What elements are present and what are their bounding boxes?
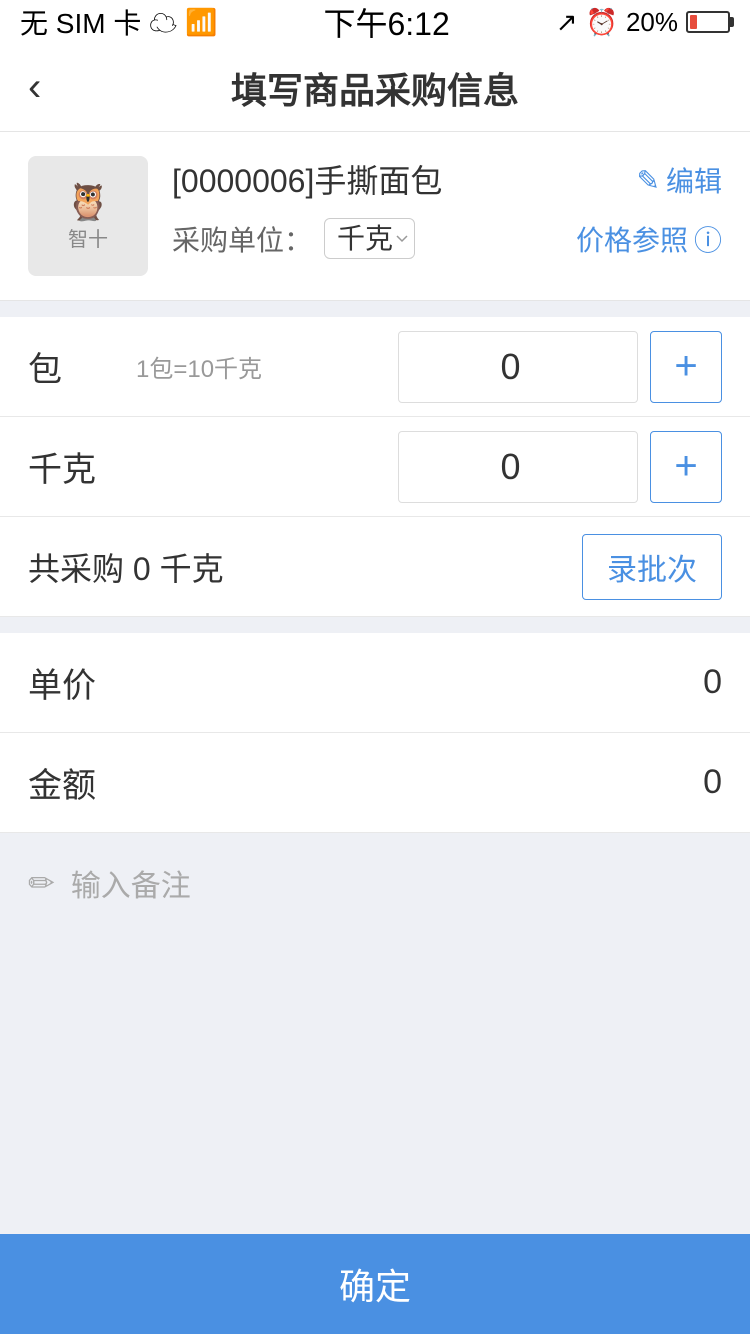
divider-2 [0,617,750,633]
bao-input[interactable] [398,331,638,403]
total-amount: 0 [133,551,151,587]
location-icon: ↗ [556,7,578,38]
kg-label: 千克 [28,442,128,491]
wifi-icon: 📶 [185,7,217,38]
battery-icon [686,11,730,33]
unit-label: 采购单位： [172,219,312,259]
battery-fill [690,15,697,29]
kg-input-wrapper: + [128,431,722,503]
bao-input-row: 包 1包=10千克 + [0,317,750,417]
product-meta: 采购单位： 千克 价格参照 ⓘ [172,218,722,259]
kg-plus-button[interactable]: + [650,431,722,503]
notes-placeholder-text: 输入备注 [71,861,191,905]
total-unit: 千克 [160,551,224,587]
unit-select[interactable]: 千克 [324,218,415,259]
bao-sublabel: 1包=10千克 [136,349,262,384]
product-thumbnail: 🦉 智十 [28,156,148,276]
amount-value: 0 [703,763,722,802]
price-ref-help-icon: ⓘ [694,219,722,259]
product-card: 🦉 智十 [0000006]手撕面包 采购单位： 千克 价格参照 ⓘ ✎ 编辑 [0,132,750,301]
bottom-area [0,933,750,1233]
unit-price-row: 单价 0 [0,633,750,733]
no-sim-label: 无 SIM 卡 ☁ [20,2,177,42]
product-owl-icon: 🦉 [66,181,111,223]
amount-row: 金额 0 [0,733,750,833]
price-ref-label: 价格参照 [576,219,688,259]
input-section: 包 1包=10千克 + 千克 + [0,317,750,517]
notes-pencil-icon: ✏ [28,864,55,902]
nav-bar: ‹ 填写商品采购信息 [0,44,750,132]
bao-input-wrapper: + [262,331,722,403]
total-row: 共采购 0 千克 录批次 [0,517,750,617]
price-section: 单价 0 金额 0 [0,633,750,833]
status-bar: 无 SIM 卡 ☁ 📶 下午6:12 ↗ ⏰ 20% [0,0,750,44]
batch-button[interactable]: 录批次 [582,534,722,600]
confirm-button[interactable]: 确定 [0,1234,750,1334]
bao-plus-button[interactable]: + [650,331,722,403]
total-label: 共采购 [28,551,124,587]
amount-label: 金额 [28,758,96,807]
page-title: 填写商品采购信息 [231,62,519,114]
edit-icon: ✎ [637,164,660,197]
bao-label: 包 [28,342,128,391]
unit-price-value: 0 [703,663,722,702]
price-ref-button[interactable]: 价格参照 ⓘ [576,219,722,259]
purchase-unit-row: 采购单位： 千克 [172,218,415,259]
alarm-icon: ⏰ [586,7,618,38]
notes-section[interactable]: ✏ 输入备注 [0,833,750,933]
product-thumbnail-label: 智十 [68,223,108,252]
back-button[interactable]: ‹ [28,65,41,110]
battery-percent: 20% [626,7,678,38]
status-time: 下午6:12 [323,0,449,45]
status-right: ↗ ⏰ 20% [556,7,730,38]
edit-label: 编辑 [666,160,722,200]
total-text: 共采购 0 千克 [28,544,224,590]
divider-1 [0,301,750,317]
status-left: 无 SIM 卡 ☁ 📶 [20,2,218,42]
edit-button[interactable]: ✎ 编辑 [637,160,722,200]
kg-input-row: 千克 + [0,417,750,517]
kg-input[interactable] [398,431,638,503]
unit-price-label: 单价 [28,658,96,707]
